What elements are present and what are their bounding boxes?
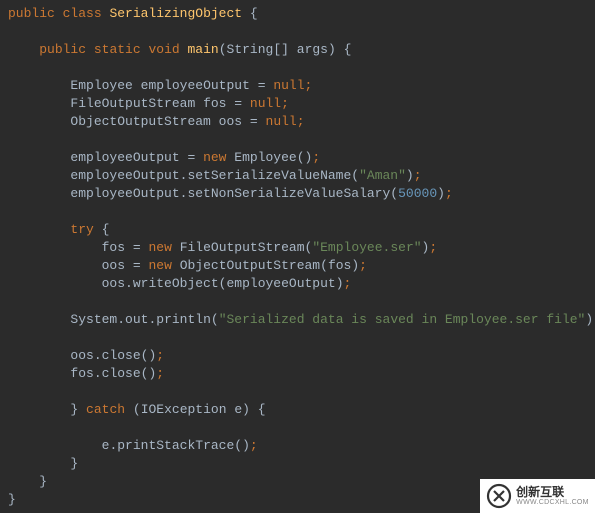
code-line: [8, 419, 587, 437]
code-line: FileOutputStream fos = null;: [8, 95, 587, 113]
class-definition: SerializingObject: [109, 6, 242, 21]
keyword-null: null: [273, 78, 304, 93]
code-line: employeeOutput = new Employee();: [8, 149, 587, 167]
keyword-public: public: [39, 42, 86, 57]
keyword-null: null: [266, 114, 297, 129]
var-oos: oos: [102, 276, 125, 291]
number-50000: 50000: [398, 186, 437, 201]
var-oos: oos: [219, 114, 242, 129]
code-line: [8, 23, 587, 41]
type-employee: Employee: [70, 78, 132, 93]
keyword-new: new: [148, 240, 171, 255]
keyword-catch: catch: [86, 402, 125, 417]
code-line: oos.writeObject(employeeOutput);: [8, 275, 587, 293]
keyword-try: try: [70, 222, 93, 237]
code-line: fos = new FileOutputStream("Employee.ser…: [8, 239, 587, 257]
var-employeeOutput: employeeOutput: [141, 78, 250, 93]
string-aman: "Aman": [359, 168, 406, 183]
code-line: [8, 131, 587, 149]
code-line: [8, 203, 587, 221]
var-fos: fos: [328, 258, 351, 273]
keyword-new: new: [203, 150, 226, 165]
var-e: e: [234, 402, 242, 417]
watermark-cn-text: 创新互联: [516, 486, 589, 498]
type-objectoutputstream: ObjectOutputStream: [70, 114, 210, 129]
code-line: [8, 329, 587, 347]
field-out: out: [125, 312, 148, 327]
code-line: public class SerializingObject {: [8, 5, 587, 23]
method-close: close: [102, 348, 141, 363]
code-line: ObjectOutputStream oos = null;: [8, 113, 587, 131]
type-string-array: String[]: [227, 42, 289, 57]
code-block: public class SerializingObject { public …: [8, 5, 587, 509]
code-line: }: [8, 455, 587, 473]
method-main: main: [188, 42, 219, 57]
keyword-static: static: [94, 42, 141, 57]
method-println: println: [156, 312, 211, 327]
obj-system: System: [70, 312, 117, 327]
type-ioexception: IOException: [141, 402, 227, 417]
code-line: [8, 383, 587, 401]
code-line: employeeOutput.setSerializeValueName("Am…: [8, 167, 587, 185]
keyword-class: class: [63, 6, 102, 21]
var-employeeOutput: employeeOutput: [226, 276, 335, 291]
code-line: e.printStackTrace();: [8, 437, 587, 455]
keyword-new: new: [148, 258, 171, 273]
var-employeeOutput: employeeOutput: [70, 150, 179, 165]
method-writeObject: writeObject: [133, 276, 219, 291]
code-line: public static void main(String[] args) {: [8, 41, 587, 59]
watermark-text: 创新互联 WWW.CDCXHL.COM: [516, 486, 589, 506]
method-setNonSerializeValueSalary: setNonSerializeValueSalary: [187, 186, 390, 201]
var-oos: oos: [70, 348, 93, 363]
string-employee-ser: "Employee.ser": [312, 240, 421, 255]
var-fos: fos: [70, 366, 93, 381]
code-line: [8, 293, 587, 311]
code-line: } catch (IOException e) {: [8, 401, 587, 419]
method-setSerializeValueName: setSerializeValueName: [187, 168, 351, 183]
watermark-logo-icon: [486, 483, 512, 509]
code-line: oos = new ObjectOutputStream(fos);: [8, 257, 587, 275]
code-line: Employee employeeOutput = null;: [8, 77, 587, 95]
code-line: try {: [8, 221, 587, 239]
var-employeeOutput: employeeOutput: [70, 186, 179, 201]
watermark-en-text: WWW.CDCXHL.COM: [516, 499, 589, 506]
param-args: args: [297, 42, 328, 57]
watermark: 创新互联 WWW.CDCXHL.COM: [480, 479, 595, 513]
code-line: [8, 59, 587, 77]
keyword-public: public: [8, 6, 55, 21]
var-employeeOutput: employeeOutput: [70, 168, 179, 183]
type-employee: Employee: [234, 150, 296, 165]
code-line: fos.close();: [8, 365, 587, 383]
method-printStackTrace: printStackTrace: [117, 438, 234, 453]
type-fileoutputstream: FileOutputStream: [70, 96, 195, 111]
method-close: close: [102, 366, 141, 381]
code-line: oos.close();: [8, 347, 587, 365]
var-fos: fos: [203, 96, 226, 111]
string-serialized-msg: "Serialized data is saved in Employee.se…: [219, 312, 586, 327]
keyword-null: null: [250, 96, 281, 111]
var-oos: oos: [102, 258, 125, 273]
type-fileoutputstream: FileOutputStream: [180, 240, 305, 255]
code-line: employeeOutput.setNonSerializeValueSalar…: [8, 185, 587, 203]
keyword-void: void: [148, 42, 179, 57]
type-objectoutputstream: ObjectOutputStream: [180, 258, 320, 273]
code-line: System.out.println("Serialized data is s…: [8, 311, 587, 329]
var-fos: fos: [102, 240, 125, 255]
